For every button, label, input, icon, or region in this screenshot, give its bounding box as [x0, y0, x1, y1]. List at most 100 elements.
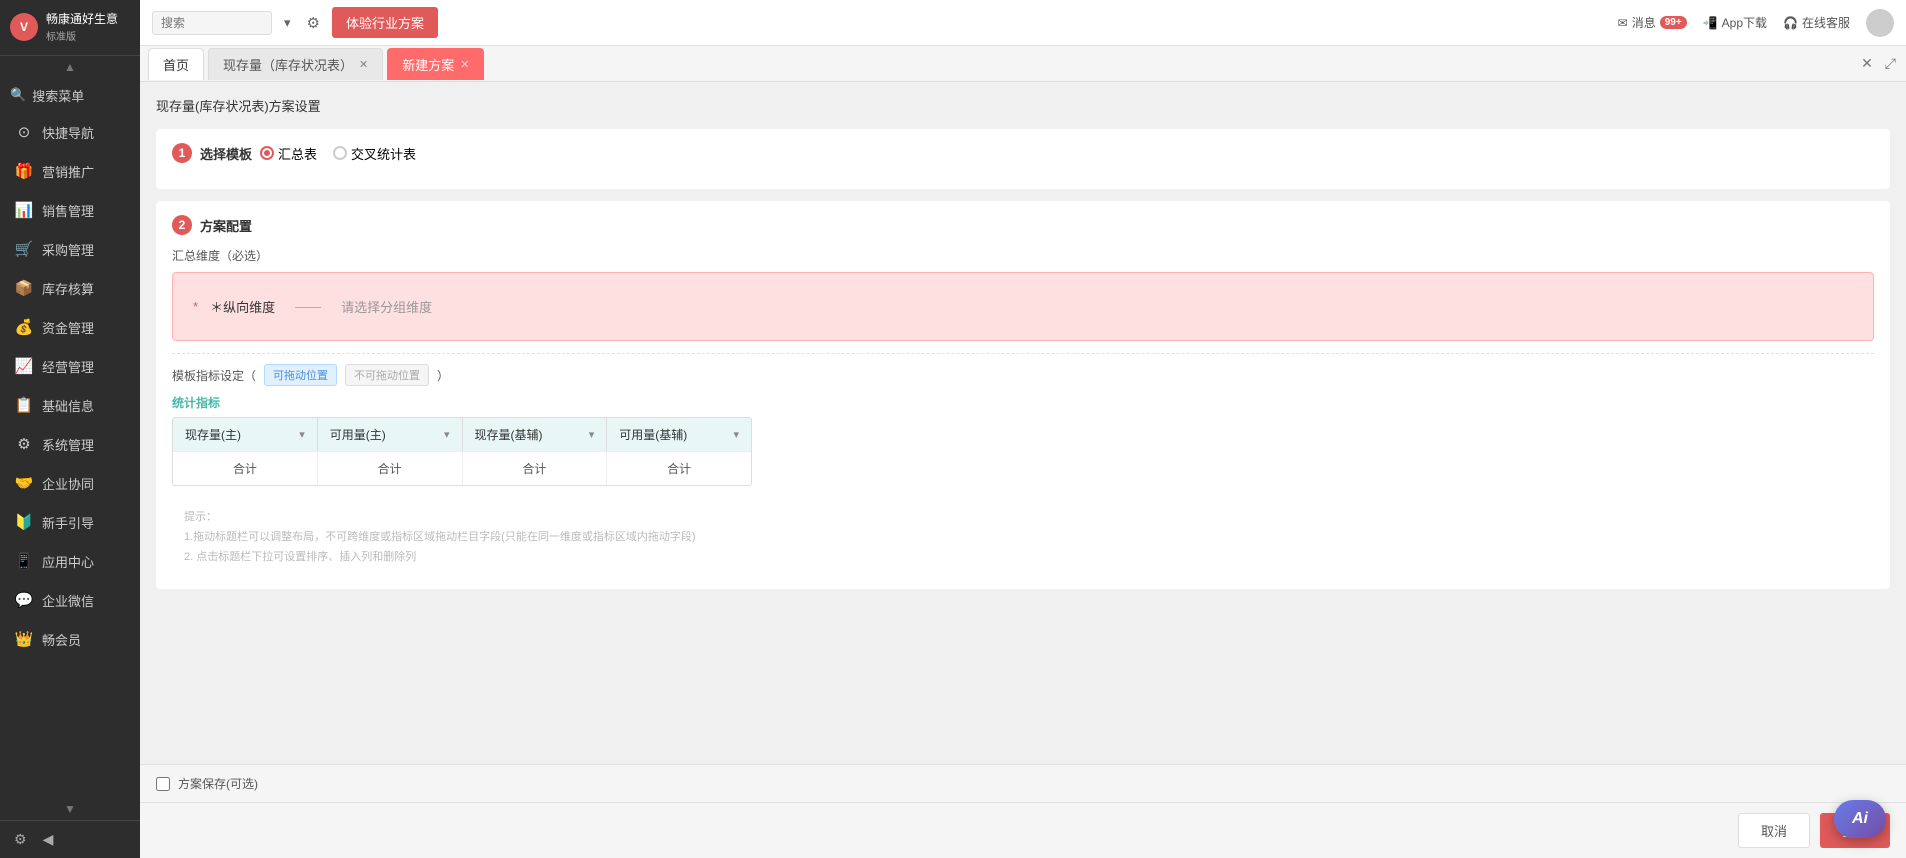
sidebar-item-purchase[interactable]: 🛒 采购管理 — [0, 230, 140, 269]
vertical-dim-label: ＊纵向维度 — [210, 297, 275, 316]
app-edition: 标准版 — [46, 28, 118, 43]
tab-new-scheme[interactable]: 新建方案 ✕ — [387, 48, 484, 80]
sidebar-logo: V 畅康通好生意 标准版 — [0, 0, 140, 56]
section2-num: 2 — [172, 215, 192, 235]
sales-icon: 📊 — [14, 201, 34, 219]
topbar-service-item[interactable]: 🎧 在线客服 — [1783, 14, 1850, 31]
dim-dash: —— — [295, 299, 321, 314]
sidebar-item-label: 系统管理 — [42, 435, 94, 454]
sidebar-item-corp-wechat[interactable]: 💬 企业微信 — [0, 581, 140, 620]
sidebar-item-marketing[interactable]: 🎁 营销推广 — [0, 152, 140, 191]
stats-col1-header[interactable]: 现存量(主) ▾ — [173, 418, 318, 451]
finance-icon: 💰 — [14, 318, 34, 336]
sidebar-item-label: 库存核算 — [42, 279, 94, 298]
sidebar-footer: ⚙ ◀ — [0, 820, 140, 858]
sidebar-item-label: 采购管理 — [42, 240, 94, 259]
indicator-setting-text: 模板指标设定（ — [172, 367, 256, 384]
service-icon: 🎧 — [1783, 16, 1798, 30]
sidebar-item-new-guide[interactable]: 🔰 新手引导 — [0, 503, 140, 542]
stats-col1-label: 现存量(主) — [185, 426, 241, 443]
radio-summary[interactable]: 汇总表 — [260, 144, 317, 163]
stats-header-row: 现存量(主) ▾ 可用量(主) ▾ 现存量(基辅) ▾ 可用量(基辅) ▾ — [173, 418, 751, 451]
sidebar-nav: ⊙ 快捷导航 🎁 营销推广 📊 销售管理 🛒 采购管理 📦 库存核算 💰 资金管… — [0, 113, 140, 798]
sidebar-item-inventory[interactable]: 📦 库存核算 — [0, 269, 140, 308]
vertical-dim-placeholder: 请选择分组维度 — [341, 297, 432, 316]
sidebar-item-sales[interactable]: 📊 销售管理 — [0, 191, 140, 230]
topbar-dropdown-btn[interactable]: ▾ — [280, 11, 295, 35]
stats-body-row: 合计 合计 合计 合计 — [173, 451, 751, 485]
stats-col3-header[interactable]: 现存量(基辅) ▾ — [463, 418, 608, 451]
app-logo-icon: V — [10, 13, 38, 41]
stats-col4-label: 可用量(基辅) — [619, 426, 687, 443]
stats-col2-header[interactable]: 可用量(主) ▾ — [318, 418, 463, 451]
marketing-icon: 🎁 — [14, 162, 34, 180]
section-select-template: 1 选择模板 汇总表 交叉统计表 — [156, 129, 1890, 189]
topbar-search-input[interactable] — [152, 11, 272, 35]
tab-close-btn[interactable]: ✕ — [1859, 53, 1875, 74]
main-area: ▾ ⚙ 体验行业方案 ✉ 消息 99+ 📲 App下载 🎧 在线客服 首页 — [140, 0, 1906, 858]
sidebar-item-system[interactable]: ⚙ 系统管理 — [0, 425, 140, 464]
tip1: 1.拖动标题栏可以调整布局，不可跨维度或指标区域拖动栏目字段(只能在同一维度或指… — [184, 528, 1862, 548]
sidebar-item-label: 经营管理 — [42, 357, 94, 376]
sidebar-item-vip[interactable]: 👑 畅会员 — [0, 620, 140, 659]
sidebar-scroll-down[interactable]: ▼ — [0, 798, 140, 820]
ai-fab-button[interactable]: Ai — [1834, 800, 1886, 838]
tab-home[interactable]: 首页 — [148, 48, 204, 80]
save-checkbox[interactable] — [156, 777, 170, 791]
sidebar-item-quick-nav[interactable]: ⊙ 快捷导航 — [0, 113, 140, 152]
dimension-box[interactable]: * ＊纵向维度 —— 请选择分组维度 — [172, 272, 1874, 341]
topbar-msg-item[interactable]: ✉ 消息 99+ — [1618, 14, 1687, 31]
tab-new-scheme-close[interactable]: ✕ — [460, 58, 469, 71]
topbar-right: ✉ 消息 99+ 📲 App下载 🎧 在线客服 — [1618, 9, 1894, 37]
divider1 — [172, 353, 1874, 354]
action-bar: 取消 查询 — [140, 802, 1906, 858]
sidebar-item-label: 应用中心 — [42, 552, 94, 571]
tab-new-scheme-label: 新建方案 — [402, 55, 454, 74]
stats-col1-body: 合计 — [173, 452, 318, 485]
sidebar-item-finance[interactable]: 💰 资金管理 — [0, 308, 140, 347]
sidebar-item-corp-agreement[interactable]: 🤝 企业协同 — [0, 464, 140, 503]
tab-expand-btn[interactable]: ⤢ — [1883, 53, 1898, 74]
vip-icon: 👑 — [14, 630, 34, 648]
inventory-icon: 📦 — [14, 279, 34, 297]
topbar-avatar[interactable] — [1866, 9, 1894, 37]
topbar-settings-btn[interactable]: ⚙ — [303, 10, 324, 36]
cancel-button[interactable]: 取消 — [1738, 813, 1810, 848]
col2-chevron-icon[interactable]: ▾ — [444, 428, 450, 441]
tab-inventory-status-close[interactable]: ✕ — [359, 58, 368, 71]
col1-chevron-icon[interactable]: ▾ — [299, 428, 305, 441]
corp-agreement-icon: 🤝 — [14, 474, 34, 492]
search-icon: 🔍 — [10, 87, 26, 103]
topbar-appdownload-item[interactable]: 📲 App下载 — [1703, 14, 1767, 31]
stats-col2-label: 可用量(主) — [330, 426, 386, 443]
topbar-service-label: 在线客服 — [1802, 14, 1850, 31]
radio-cross[interactable]: 交叉统计表 — [333, 144, 416, 163]
operations-icon: 📈 — [14, 357, 34, 375]
sidebar-scroll-up[interactable]: ▲ — [0, 56, 140, 78]
tip2: 2. 点击标题栏下拉可设置排序、插入列和删除列 — [184, 548, 1862, 568]
tips-title: 提示： — [184, 508, 1862, 528]
sidebar-item-operations[interactable]: 📈 经营管理 — [0, 347, 140, 386]
non-draggable-tag: 不可拖动位置 — [345, 364, 429, 386]
stats-col4-header[interactable]: 可用量(基辅) ▾ — [607, 418, 751, 451]
sidebar-item-label: 畅会员 — [42, 630, 81, 649]
settings-footer-icon[interactable]: ⚙ — [14, 831, 27, 848]
base-info-icon: 📋 — [14, 396, 34, 414]
indicator-setting-label: 模板指标设定（ 可拖动位置 不可拖动位置 ） — [172, 364, 1874, 386]
msg-icon: ✉ — [1618, 16, 1628, 30]
section1-num: 1 — [172, 143, 192, 163]
topbar: ▾ ⚙ 体验行业方案 ✉ 消息 99+ 📲 App下载 🎧 在线客服 — [140, 0, 1906, 46]
col3-chevron-icon[interactable]: ▾ — [589, 428, 595, 441]
collapse-sidebar-icon[interactable]: ◀ — [43, 831, 54, 848]
stats-col3-body: 合计 — [463, 452, 608, 485]
content-area: 现存量(库存状况表)方案设置 1 选择模板 汇总表 交叉统计表 — [140, 82, 1906, 764]
sidebar-search[interactable]: 🔍 搜索菜单 — [0, 78, 140, 113]
msg-badge: 99+ — [1660, 16, 1687, 29]
sidebar-item-app-center[interactable]: 📱 应用中心 — [0, 542, 140, 581]
sidebar-item-label: 企业微信 — [42, 591, 94, 610]
sidebar-item-base-info[interactable]: 📋 基础信息 — [0, 386, 140, 425]
stats-col4-body: 合计 — [607, 452, 751, 485]
col4-chevron-icon[interactable]: ▾ — [733, 428, 739, 441]
topbar-trial-btn[interactable]: 体验行业方案 — [332, 7, 438, 38]
tab-inventory-status[interactable]: 现存量（库存状况表） ✕ — [208, 48, 383, 80]
